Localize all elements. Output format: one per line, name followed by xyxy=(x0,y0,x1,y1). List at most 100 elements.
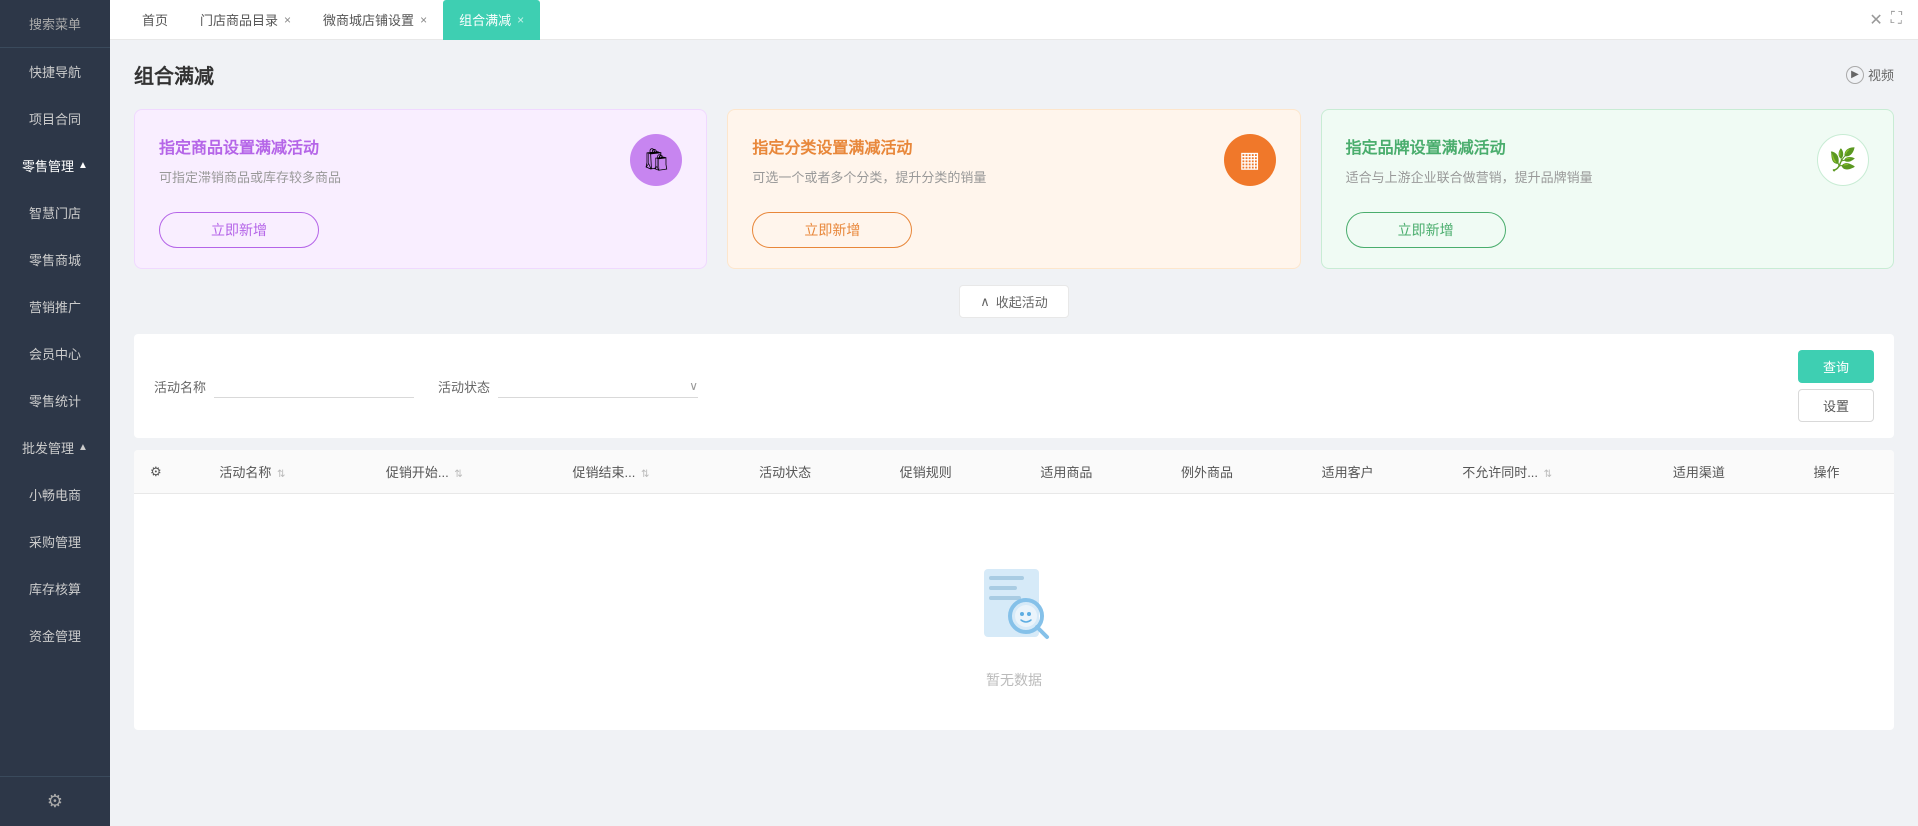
sidebar: 搜索菜单 快捷导航 项目合同 零售管理 ▲ 智慧门店 零售商城 营销推广 会员中… xyxy=(0,0,110,826)
sidebar-item-label: 零售商城 xyxy=(29,250,81,269)
play-icon: ▶ xyxy=(1846,66,1864,84)
sort-icon: ⇅ xyxy=(641,469,649,480)
empty-illustration xyxy=(964,554,1064,654)
tab-combo-discount[interactable]: 组合满减 × xyxy=(443,0,540,40)
sidebar-item-label: 项目合同 xyxy=(29,109,81,128)
page-content: 组合满减 ▶ 视频 🛍 指定商品设置满减活动 可指定滞销商品或库存较多商品 立即… xyxy=(110,40,1918,826)
tab-home-label: 首页 xyxy=(142,10,168,29)
activity-table: ⚙ 活动名称 ⇅ 促销开始... ⇅ 促销结束... ⇅ xyxy=(134,450,1894,730)
empty-text: 暂无数据 xyxy=(154,670,1874,690)
col-promo-start[interactable]: 促销开始... ⇅ xyxy=(374,450,561,494)
sidebar-item-label: 快捷导航 xyxy=(29,62,81,81)
filter-area: 活动名称 活动状态 进行中 已结束 未开始 ∨ 查询 设置 xyxy=(134,334,1894,438)
chevron-down-icon: ▲ xyxy=(78,442,88,453)
tab-store-catalog-label: 门店商品目录 xyxy=(200,10,278,29)
card-category-icon: ▦ xyxy=(1224,134,1276,186)
tab-store-catalog-close[interactable]: × xyxy=(284,13,291,27)
card-brand: 🌿 指定品牌设置满减活动 适合与上游企业联合做营销，提升品牌销量 立即新增 xyxy=(1321,109,1894,269)
sidebar-search[interactable]: 搜索菜单 xyxy=(0,0,110,48)
col-applicable-goods: 适用商品 xyxy=(1028,450,1169,494)
card-category-title: 指定分类设置满减活动 xyxy=(752,134,1275,158)
sidebar-item-marketing[interactable]: 营销推广 xyxy=(0,283,110,330)
sidebar-item-label: 采购管理 xyxy=(29,532,81,551)
chevron-up-icon: ∧ xyxy=(980,294,990,310)
collapse-btn-label: 收起活动 xyxy=(996,292,1048,311)
card-brand-icon: 🌿 xyxy=(1817,134,1869,186)
activity-status-label: 活动状态 xyxy=(438,377,490,396)
sidebar-item-label: 库存核算 xyxy=(29,579,81,598)
card-brand-desc: 适合与上游企业联合做营销，提升品牌销量 xyxy=(1346,168,1869,188)
tab-store-catalog[interactable]: 门店商品目录 × xyxy=(184,0,307,40)
card-product-desc: 可指定滞销商品或库存较多商品 xyxy=(159,168,682,188)
video-label: 视频 xyxy=(1868,65,1894,84)
settings-icon: ⚙ xyxy=(150,464,162,479)
sidebar-item-fund-mgmt[interactable]: 资金管理 xyxy=(0,612,110,659)
col-no-concurrent[interactable]: 不允许同时... ⇅ xyxy=(1450,450,1661,494)
tab-bar: 首页 门店商品目录 × 微商城店铺设置 × 组合满减 × ✕ ⛶ xyxy=(110,0,1918,40)
settings-icon: ⚙ xyxy=(47,791,63,811)
sidebar-item-label: 资金管理 xyxy=(29,626,81,645)
tab-wechat-store[interactable]: 微商城店铺设置 × xyxy=(307,0,443,40)
col-exception-goods: 例外商品 xyxy=(1169,450,1310,494)
tab-combo-discount-close[interactable]: × xyxy=(517,13,524,27)
card-category-desc: 可选一个或者多个分类，提升分类的销量 xyxy=(752,168,1275,188)
sidebar-item-label: 小畅电商 xyxy=(29,485,81,504)
tab-combo-discount-label: 组合满减 xyxy=(459,10,511,29)
sort-icon: ⇅ xyxy=(277,469,285,480)
sidebar-item-purchase-mgmt[interactable]: 采购管理 xyxy=(0,518,110,565)
filter-buttons: 查询 设置 xyxy=(1798,350,1874,422)
sidebar-item-member-center[interactable]: 会员中心 xyxy=(0,330,110,377)
collapse-bar: ∧ 收起活动 xyxy=(134,285,1894,318)
activity-status-select[interactable]: 进行中 已结束 未开始 xyxy=(498,374,698,398)
chevron-up-icon: ▲ xyxy=(78,160,88,171)
empty-row: 暂无数据 xyxy=(134,494,1894,731)
settings-button[interactable]: 设置 xyxy=(1798,389,1874,422)
col-activity-name[interactable]: 活动名称 ⇅ xyxy=(207,450,374,494)
main-area: 首页 门店商品目录 × 微商城店铺设置 × 组合满减 × ✕ ⛶ 组合满减 ▶ … xyxy=(110,0,1918,826)
table-header: ⚙ 活动名称 ⇅ 促销开始... ⇅ 促销结束... ⇅ xyxy=(134,450,1894,494)
sidebar-item-label: 会员中心 xyxy=(29,344,81,363)
tab-bar-right: ✕ ⛶ xyxy=(1869,10,1902,30)
sidebar-item-label: 营销推广 xyxy=(29,297,81,316)
activity-cards: 🛍 指定商品设置满减活动 可指定滞销商品或库存较多商品 立即新增 ▦ 指定分类设… xyxy=(134,109,1894,269)
card-product-title: 指定商品设置满减活动 xyxy=(159,134,682,158)
video-link[interactable]: ▶ 视频 xyxy=(1846,65,1894,84)
sort-icon: ⇅ xyxy=(454,469,462,480)
sidebar-item-project-contract[interactable]: 项目合同 xyxy=(0,95,110,142)
fullscreen-icon[interactable]: ⛶ xyxy=(1891,10,1902,30)
tab-wechat-store-close[interactable]: × xyxy=(420,13,427,27)
card-brand-title: 指定品牌设置满减活动 xyxy=(1346,134,1869,158)
page-header: 组合满减 ▶ 视频 xyxy=(134,60,1894,89)
filter-activity-name: 活动名称 xyxy=(154,374,414,398)
filter-activity-status: 活动状态 进行中 已结束 未开始 ∨ xyxy=(438,374,698,398)
card-category-add-btn[interactable]: 立即新增 xyxy=(752,212,912,248)
sidebar-item-xiaochangec[interactable]: 小畅电商 xyxy=(0,471,110,518)
sidebar-item-smart-store[interactable]: 智慧门店 xyxy=(0,189,110,236)
sidebar-item-label: 零售管理 xyxy=(22,156,74,175)
query-button[interactable]: 查询 xyxy=(1798,350,1874,383)
collapse-activities-btn[interactable]: ∧ 收起活动 xyxy=(959,285,1069,318)
sidebar-item-quick-nav[interactable]: 快捷导航 xyxy=(0,48,110,95)
col-applicable-channel: 适用渠道 xyxy=(1661,450,1802,494)
sidebar-item-label: 零售统计 xyxy=(29,391,81,410)
card-product: 🛍 指定商品设置满减活动 可指定滞销商品或库存较多商品 立即新增 xyxy=(134,109,707,269)
sidebar-item-retail-mgmt[interactable]: 零售管理 ▲ xyxy=(0,142,110,189)
card-product-add-btn[interactable]: 立即新增 xyxy=(159,212,319,248)
col-applicable-customer: 适用客户 xyxy=(1310,450,1451,494)
sidebar-item-inventory[interactable]: 库存核算 xyxy=(0,565,110,612)
card-product-icon: 🛍 xyxy=(630,134,682,186)
tab-home[interactable]: 首页 xyxy=(126,0,184,40)
sidebar-item-wholesale-mgmt[interactable]: 批发管理 ▲ xyxy=(0,424,110,471)
sidebar-settings[interactable]: ⚙ xyxy=(0,776,110,826)
table-body: 暂无数据 xyxy=(134,494,1894,731)
close-window-icon[interactable]: ✕ xyxy=(1869,10,1882,30)
tab-wechat-store-label: 微商城店铺设置 xyxy=(323,10,414,29)
sidebar-item-retail-mall[interactable]: 零售商城 xyxy=(0,236,110,283)
sidebar-item-retail-stats[interactable]: 零售统计 xyxy=(0,377,110,424)
activity-name-input[interactable] xyxy=(214,374,414,398)
sidebar-item-label: 智慧门店 xyxy=(29,203,81,222)
col-activity-status: 活动状态 xyxy=(747,450,888,494)
col-settings[interactable]: ⚙ xyxy=(134,450,207,494)
col-promo-end[interactable]: 促销结束... ⇅ xyxy=(560,450,747,494)
card-brand-add-btn[interactable]: 立即新增 xyxy=(1346,212,1506,248)
